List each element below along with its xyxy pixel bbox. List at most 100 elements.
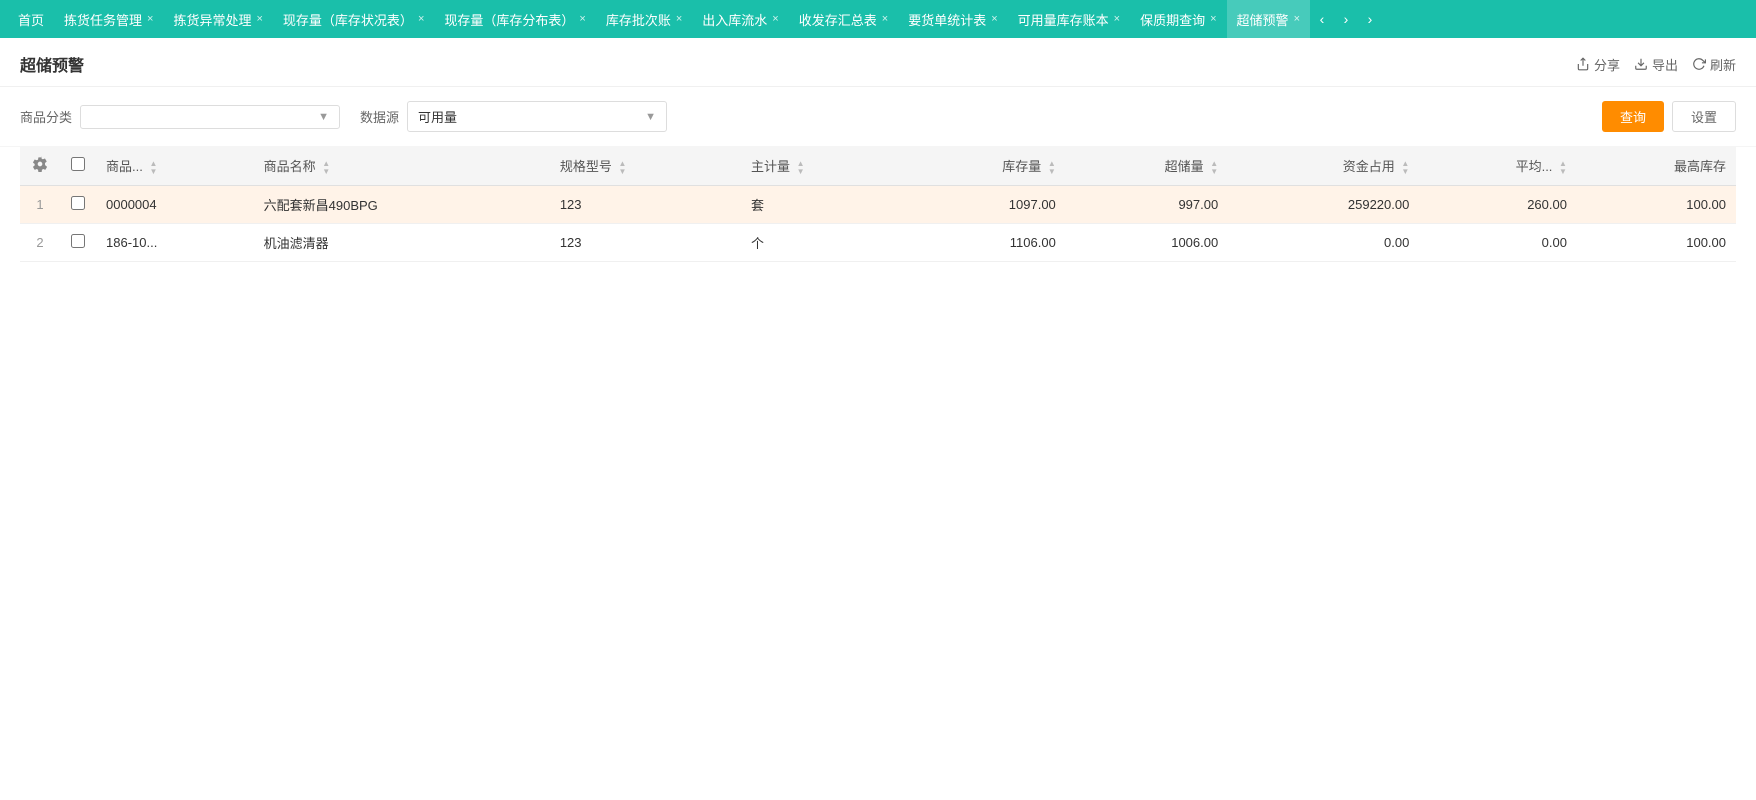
nav-next-arrow[interactable]: › bbox=[1334, 0, 1358, 38]
top-nav: 首页 拣货任务管理 × 拣货异常处理 × 现存量（库存状况表） × 现存量（库存… bbox=[0, 0, 1756, 38]
select-all-checkbox[interactable] bbox=[71, 157, 85, 171]
row-unit: 套 bbox=[741, 185, 903, 223]
row-stock: 1106.00 bbox=[903, 223, 1065, 261]
close-icon[interactable]: × bbox=[147, 13, 153, 25]
close-icon[interactable]: × bbox=[772, 13, 778, 25]
row-code: 186-10... bbox=[96, 223, 254, 261]
header-actions: 分享 导出 刷新 bbox=[1576, 55, 1736, 74]
sort-icon: ▲▼ bbox=[1048, 160, 1056, 176]
category-select[interactable]: ▼ bbox=[80, 105, 340, 129]
nav-overstock-warning[interactable]: 超储预警 × bbox=[1227, 0, 1310, 38]
row-capital: 0.00 bbox=[1228, 223, 1419, 261]
row-overflow: 997.00 bbox=[1066, 185, 1228, 223]
nav-stock-batch[interactable]: 库存批次账 × bbox=[596, 0, 692, 38]
table-row: 1 0000004 六配套新昌490BPG 123 套 1097.00 997.… bbox=[20, 185, 1736, 223]
row-index: 2 bbox=[20, 223, 60, 261]
data-table: 商品... ▲▼ 商品名称 ▲▼ 规格型号 ▲▼ 主计量 ▲▼ bbox=[20, 147, 1736, 262]
share-button[interactable]: 分享 bbox=[1576, 55, 1620, 74]
datasource-select-value: 可用量 bbox=[418, 107, 457, 126]
sort-icon: ▲▼ bbox=[1210, 160, 1218, 176]
nav-more-arrow[interactable]: › bbox=[1358, 0, 1382, 38]
col-header-capital[interactable]: 资金占用 ▲▼ bbox=[1228, 147, 1419, 185]
filter-actions: 查询 设置 bbox=[1602, 101, 1736, 132]
row-capital: 259220.00 bbox=[1228, 185, 1419, 223]
col-header-code[interactable]: 商品... ▲▼ bbox=[96, 147, 254, 185]
close-icon[interactable]: × bbox=[676, 13, 682, 25]
row-maxstock: 100.00 bbox=[1577, 185, 1736, 223]
table-header-row: 商品... ▲▼ 商品名称 ▲▼ 规格型号 ▲▼ 主计量 ▲▼ bbox=[20, 147, 1736, 185]
nav-stock-status[interactable]: 现存量（库存状况表） × bbox=[273, 0, 434, 38]
col-header-stock[interactable]: 库存量 ▲▼ bbox=[903, 147, 1065, 185]
nav-stock-dist[interactable]: 现存量（库存分布表） × bbox=[434, 0, 595, 38]
row-name: 六配套新昌490BPG bbox=[254, 185, 550, 223]
category-filter-group: 商品分类 ▼ bbox=[20, 105, 340, 129]
table-row: 2 186-10... 机油滤清器 123 个 1106.00 1006.00 … bbox=[20, 223, 1736, 261]
col-header-spec[interactable]: 规格型号 ▲▼ bbox=[550, 147, 741, 185]
page-content: 超储预警 分享 导出 bbox=[0, 38, 1756, 800]
datasource-filter-group: 数据源 可用量 ▼ bbox=[360, 101, 667, 132]
page-header: 超储预警 分享 导出 bbox=[0, 38, 1756, 87]
nav-pick-exception[interactable]: 拣货异常处理 × bbox=[163, 0, 272, 38]
settings-button[interactable]: 设置 bbox=[1672, 101, 1736, 132]
row-code: 0000004 bbox=[96, 185, 254, 223]
row-index: 1 bbox=[20, 185, 60, 223]
row-check bbox=[60, 223, 96, 261]
close-icon[interactable]: × bbox=[991, 13, 997, 25]
col-header-check bbox=[60, 147, 96, 185]
col-header-name[interactable]: 商品名称 ▲▼ bbox=[254, 147, 550, 185]
sort-icon: ▲▼ bbox=[322, 160, 330, 176]
col-header-unit[interactable]: 主计量 ▲▼ bbox=[741, 147, 903, 185]
category-label: 商品分类 bbox=[20, 107, 72, 126]
close-icon[interactable]: × bbox=[579, 13, 585, 25]
table-container: 商品... ▲▼ 商品名称 ▲▼ 规格型号 ▲▼ 主计量 ▲▼ bbox=[0, 147, 1756, 262]
row-avg: 260.00 bbox=[1419, 185, 1577, 223]
export-icon bbox=[1634, 57, 1648, 71]
nav-pick-task[interactable]: 拣货任务管理 × bbox=[54, 0, 163, 38]
row-unit: 个 bbox=[741, 223, 903, 261]
row-overflow: 1006.00 bbox=[1066, 223, 1228, 261]
sort-icon: ▲▼ bbox=[1401, 160, 1409, 176]
row-spec: 123 bbox=[550, 223, 741, 261]
export-button[interactable]: 导出 bbox=[1634, 55, 1678, 74]
nav-inout-flow[interactable]: 出入库流水 × bbox=[692, 0, 788, 38]
col-header-maxstock[interactable]: 最高库存 bbox=[1577, 147, 1736, 185]
col-header-gear bbox=[20, 147, 60, 185]
close-icon[interactable]: × bbox=[1210, 13, 1216, 25]
row-check bbox=[60, 185, 96, 223]
col-header-overflow[interactable]: 超储量 ▲▼ bbox=[1066, 147, 1228, 185]
close-icon[interactable]: × bbox=[882, 13, 888, 25]
nav-prev-arrow[interactable]: ‹ bbox=[1310, 0, 1334, 38]
sort-icon: ▲▼ bbox=[797, 160, 805, 176]
close-icon[interactable]: × bbox=[256, 13, 262, 25]
share-icon bbox=[1576, 57, 1590, 71]
chevron-down-icon: ▼ bbox=[645, 111, 656, 123]
refresh-button[interactable]: 刷新 bbox=[1692, 55, 1736, 74]
col-header-avg[interactable]: 平均... ▲▼ bbox=[1419, 147, 1577, 185]
row-avg: 0.00 bbox=[1419, 223, 1577, 261]
query-button[interactable]: 查询 bbox=[1602, 101, 1664, 132]
nav-home[interactable]: 首页 bbox=[8, 0, 54, 38]
refresh-icon bbox=[1692, 57, 1706, 71]
sort-icon: ▲▼ bbox=[1559, 160, 1567, 176]
row-checkbox[interactable] bbox=[71, 196, 85, 210]
gear-icon[interactable] bbox=[32, 156, 48, 172]
close-icon[interactable]: × bbox=[1294, 13, 1300, 25]
sort-icon: ▲▼ bbox=[618, 160, 626, 176]
chevron-down-icon: ▼ bbox=[318, 111, 329, 123]
nav-demand-stats[interactable]: 要货单统计表 × bbox=[898, 0, 1007, 38]
row-stock: 1097.00 bbox=[903, 185, 1065, 223]
nav-quality-query[interactable]: 保质期查询 × bbox=[1130, 0, 1226, 38]
page-title: 超储预警 bbox=[20, 52, 84, 76]
close-icon[interactable]: × bbox=[418, 13, 424, 25]
datasource-select[interactable]: 可用量 ▼ bbox=[407, 101, 667, 132]
nav-available-stock[interactable]: 可用量库存账本 × bbox=[1008, 0, 1130, 38]
row-spec: 123 bbox=[550, 185, 741, 223]
sort-icon: ▲▼ bbox=[149, 160, 157, 176]
close-icon[interactable]: × bbox=[1114, 13, 1120, 25]
datasource-label: 数据源 bbox=[360, 107, 399, 126]
nav-collect-summary[interactable]: 收发存汇总表 × bbox=[789, 0, 898, 38]
filter-bar: 商品分类 ▼ 数据源 可用量 ▼ 查询 设置 bbox=[0, 87, 1756, 147]
row-maxstock: 100.00 bbox=[1577, 223, 1736, 261]
row-checkbox[interactable] bbox=[71, 234, 85, 248]
table-body: 1 0000004 六配套新昌490BPG 123 套 1097.00 997.… bbox=[20, 185, 1736, 261]
